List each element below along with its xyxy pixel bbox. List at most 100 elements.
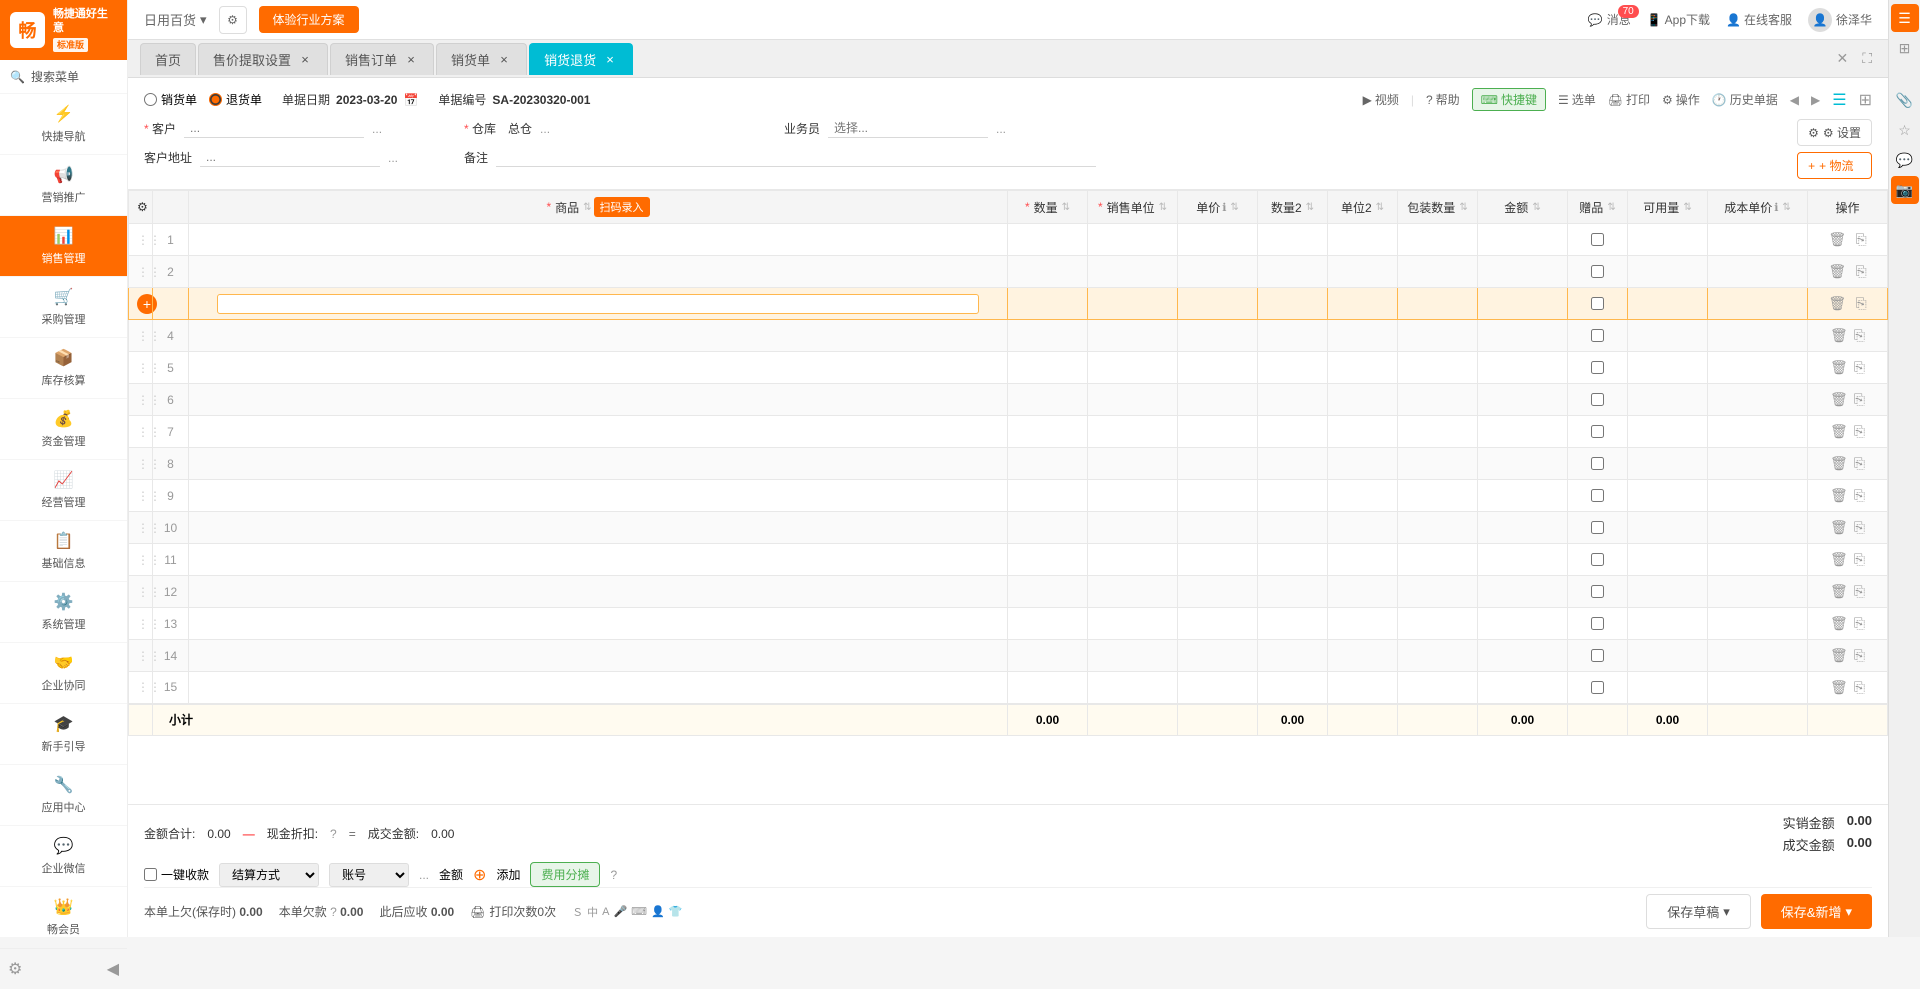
cost-info-icon[interactable]: ℹ bbox=[1774, 201, 1778, 214]
product-cell[interactable] bbox=[189, 416, 1008, 448]
unit-cell[interactable] bbox=[1088, 640, 1178, 672]
one-click-pay-input[interactable] bbox=[144, 868, 157, 881]
delete-row-button[interactable]: 🗑 bbox=[1825, 295, 1849, 312]
price-cell[interactable] bbox=[1178, 640, 1258, 672]
product-input[interactable] bbox=[217, 294, 979, 314]
gift-cell[interactable] bbox=[1568, 512, 1628, 544]
price-cell[interactable] bbox=[1178, 320, 1258, 352]
product-cell[interactable] bbox=[189, 480, 1008, 512]
available-cell[interactable] bbox=[1628, 352, 1708, 384]
delete-row-button[interactable]: 🗑 bbox=[1827, 391, 1851, 408]
amount-cell[interactable] bbox=[1478, 608, 1568, 640]
app-download-button[interactable]: 📱 App下载 bbox=[1647, 11, 1710, 28]
cost-price-cell[interactable] bbox=[1708, 448, 1808, 480]
qty2-cell[interactable] bbox=[1258, 576, 1328, 608]
pack-qty-cell[interactable] bbox=[1398, 576, 1478, 608]
sidebar-item-apps[interactable]: 🔧 应用中心 bbox=[0, 765, 127, 826]
sidebar-item-search[interactable]: 🔍 搜索菜单 bbox=[0, 60, 127, 94]
product-cell[interactable] bbox=[189, 608, 1008, 640]
price-cell[interactable] bbox=[1178, 256, 1258, 288]
maximize-tab-icon[interactable]: ⛶ bbox=[1858, 50, 1876, 67]
unit-cell[interactable] bbox=[1088, 256, 1178, 288]
tab-close-price-settings[interactable]: × bbox=[297, 51, 313, 67]
drag-handle[interactable]: ⋮⋮ bbox=[129, 608, 153, 640]
cost-price-cell[interactable] bbox=[1708, 576, 1808, 608]
gift-cell[interactable] bbox=[1568, 544, 1628, 576]
topbar-settings-button[interactable]: ⚙ bbox=[219, 6, 247, 34]
price-cell[interactable] bbox=[1178, 608, 1258, 640]
available-cell[interactable] bbox=[1628, 672, 1708, 704]
sidebar-item-enterprise[interactable]: 🤝 企业协同 bbox=[0, 643, 127, 704]
qty2-cell[interactable] bbox=[1258, 544, 1328, 576]
delete-row-button[interactable]: 🗑 bbox=[1825, 231, 1849, 248]
pack-qty-cell[interactable] bbox=[1398, 384, 1478, 416]
product-cell[interactable] bbox=[189, 224, 1008, 256]
product-cell[interactable] bbox=[189, 320, 1008, 352]
available-cell[interactable] bbox=[1628, 288, 1708, 320]
user-menu[interactable]: 👤 徐泽华 bbox=[1808, 8, 1872, 32]
amount-cell[interactable] bbox=[1478, 352, 1568, 384]
industry-dropdown[interactable]: 日用百货 ▾ bbox=[144, 10, 207, 29]
amount-cell[interactable] bbox=[1478, 640, 1568, 672]
remark-input[interactable] bbox=[496, 148, 1096, 167]
add-row-cell[interactable]: + bbox=[129, 288, 153, 320]
qty-cell[interactable] bbox=[1008, 224, 1088, 256]
unit-cell[interactable] bbox=[1088, 480, 1178, 512]
warehouse-select-icon[interactable]: ... bbox=[540, 122, 550, 136]
pack-qty-cell[interactable] bbox=[1398, 512, 1478, 544]
copy-row-button[interactable]: ⎘ bbox=[1851, 487, 1868, 504]
add-logistics-button[interactable]: + + 物流 bbox=[1797, 152, 1872, 179]
delete-row-button[interactable]: 🗑 bbox=[1827, 519, 1851, 536]
amount-cell[interactable] bbox=[1478, 320, 1568, 352]
account-select[interactable]: 账号 bbox=[329, 863, 409, 887]
amount-cell[interactable] bbox=[1478, 448, 1568, 480]
gift-checkbox[interactable] bbox=[1591, 297, 1604, 310]
available-sort-icon[interactable]: ⇅ bbox=[1683, 202, 1691, 213]
cost-price-cell[interactable] bbox=[1708, 480, 1808, 512]
list-view-icon[interactable]: ☰ bbox=[1832, 90, 1846, 110]
cost-price-cell[interactable] bbox=[1708, 288, 1808, 320]
pack-sort-icon[interactable]: ⇅ bbox=[1459, 202, 1467, 213]
card-view-icon[interactable]: ⊞ bbox=[1891, 34, 1919, 62]
available-cell[interactable] bbox=[1628, 256, 1708, 288]
unit2-cell[interactable] bbox=[1328, 352, 1398, 384]
drag-handle[interactable]: ⋮⋮ bbox=[129, 256, 153, 288]
cost-price-cell[interactable] bbox=[1708, 672, 1808, 704]
unit-cell[interactable] bbox=[1088, 608, 1178, 640]
qty2-cell[interactable] bbox=[1258, 480, 1328, 512]
nav-prev-button[interactable]: ◀ bbox=[1790, 93, 1799, 107]
unit-cell[interactable] bbox=[1088, 224, 1178, 256]
select-doc-button[interactable]: ☰ 选单 bbox=[1558, 91, 1596, 108]
delete-row-button[interactable]: 🗑 bbox=[1827, 647, 1851, 664]
gift-cell[interactable] bbox=[1568, 672, 1628, 704]
drag-handle[interactable]: ⋮⋮ bbox=[129, 224, 153, 256]
product-cell-active[interactable] bbox=[189, 288, 1008, 320]
sidebar-item-quick-nav[interactable]: ⚡ 快捷导航 bbox=[0, 94, 127, 155]
cost-price-cell[interactable] bbox=[1708, 256, 1808, 288]
available-cell[interactable] bbox=[1628, 576, 1708, 608]
sidebar-item-marketing[interactable]: 📢 营销推广 bbox=[0, 155, 127, 216]
product-cell[interactable] bbox=[189, 512, 1008, 544]
gift-cell[interactable] bbox=[1568, 256, 1628, 288]
product-cell[interactable] bbox=[189, 640, 1008, 672]
qty-cell[interactable] bbox=[1008, 576, 1088, 608]
gift-checkbox[interactable] bbox=[1591, 521, 1604, 534]
pack-qty-cell[interactable] bbox=[1398, 448, 1478, 480]
qty2-cell[interactable] bbox=[1258, 448, 1328, 480]
gift-cell[interactable] bbox=[1568, 608, 1628, 640]
pack-qty-cell[interactable] bbox=[1398, 256, 1478, 288]
pack-qty-cell[interactable] bbox=[1398, 288, 1478, 320]
product-cell[interactable] bbox=[189, 384, 1008, 416]
available-cell[interactable] bbox=[1628, 544, 1708, 576]
qty-cell[interactable] bbox=[1008, 448, 1088, 480]
product-cell[interactable] bbox=[189, 256, 1008, 288]
qty-cell[interactable] bbox=[1008, 608, 1088, 640]
qty-cell[interactable] bbox=[1008, 416, 1088, 448]
gift-checkbox[interactable] bbox=[1591, 329, 1604, 342]
gift-checkbox[interactable] bbox=[1591, 617, 1604, 630]
tab-home[interactable]: 首页 bbox=[140, 43, 196, 75]
unit2-cell[interactable] bbox=[1328, 480, 1398, 512]
scan-button[interactable]: 扫码录入 bbox=[594, 197, 650, 217]
customer-select-icon[interactable]: ... bbox=[372, 122, 382, 136]
unit2-cell[interactable] bbox=[1328, 672, 1398, 704]
